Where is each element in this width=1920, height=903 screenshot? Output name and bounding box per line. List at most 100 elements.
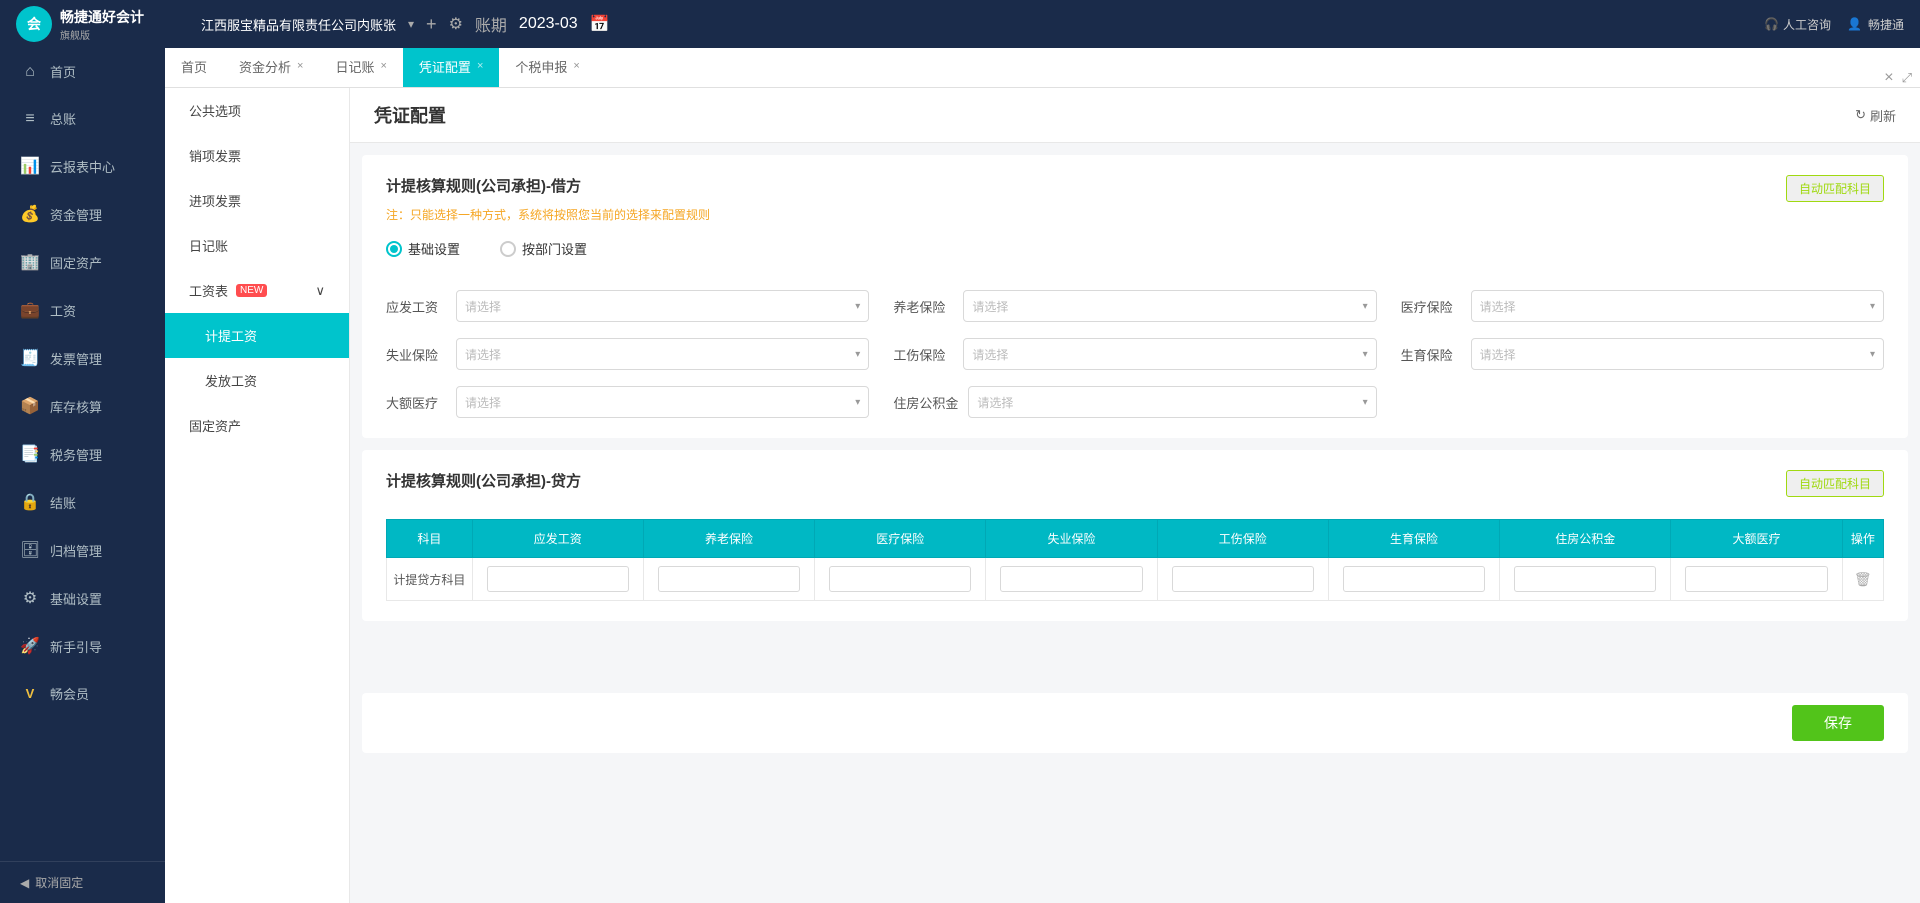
tab-tax[interactable]: 个税申报 × bbox=[499, 48, 595, 87]
tab-voucher[interactable]: 凭证配置 × bbox=[403, 48, 499, 87]
tab-journal[interactable]: 日记账 × bbox=[319, 48, 402, 87]
input-gongshang[interactable] bbox=[1172, 566, 1314, 592]
sidebar-label-settings: 基础设置 bbox=[50, 589, 102, 608]
delete-row-button[interactable]: 🗑 bbox=[1854, 571, 1872, 587]
dropdown-arrow-zhufang: ▾ bbox=[1363, 397, 1368, 408]
dropdown-arrow-yanglao: ▾ bbox=[1363, 301, 1368, 312]
top-bar-middle: 江西服宝精品有限责任公司内账张 ▾ + ⚙ 账期 2023-03 📅 bbox=[181, 12, 1764, 36]
col-zhufang: 住房公积金 bbox=[1500, 520, 1671, 558]
debit-auto-match-button[interactable]: 自动匹配科目 bbox=[1786, 175, 1884, 202]
tab-tax-close[interactable]: × bbox=[573, 60, 579, 72]
left-menu-public[interactable]: 公共选项 bbox=[165, 88, 349, 133]
form-select-zhufang[interactable]: 请选择 ▾ bbox=[968, 386, 1376, 418]
form-select-shiye[interactable]: 请选择 ▾ bbox=[456, 338, 869, 370]
refresh-icon: ↻ bbox=[1855, 107, 1866, 123]
sidebar-item-assets[interactable]: 🏢 固定资产 bbox=[0, 238, 165, 286]
debit-form-grid: 应发工资 请选择 ▾ 养老保险 请选择 ▾ bbox=[386, 290, 1884, 418]
tab-voucher-close[interactable]: × bbox=[477, 60, 483, 72]
tab-expand-icon[interactable]: ⤢ bbox=[1902, 70, 1912, 86]
add-button[interactable]: + bbox=[426, 14, 437, 35]
form-select-zhufang-placeholder: 请选择 bbox=[977, 394, 1013, 411]
settings-icon[interactable]: ⚙ bbox=[449, 14, 463, 34]
form-select-yingfa[interactable]: 请选择 ▾ bbox=[456, 290, 869, 322]
form-select-yanglao-placeholder: 请选择 bbox=[972, 298, 1008, 315]
gear-icon: ⚙ bbox=[20, 588, 40, 608]
input-yanglao[interactable] bbox=[658, 566, 800, 592]
refresh-label: 刷新 bbox=[1870, 106, 1896, 125]
pin-icon: ◀ bbox=[20, 876, 29, 890]
input-yingfa[interactable] bbox=[487, 566, 629, 592]
sidebar-item-archive[interactable]: 🗄 归档管理 bbox=[0, 526, 165, 574]
user-area[interactable]: 👤 畅捷通 bbox=[1847, 16, 1904, 33]
left-menu-purchase[interactable]: 进项发票 bbox=[165, 178, 349, 223]
input-zhufang[interactable] bbox=[1514, 566, 1656, 592]
left-menu-journal[interactable]: 日记账 bbox=[165, 223, 349, 268]
form-select-yiliao[interactable]: 请选择 ▾ bbox=[1471, 290, 1884, 322]
form-select-dale[interactable]: 请选择 ▾ bbox=[456, 386, 869, 418]
tax-icon: 📑 bbox=[20, 444, 40, 464]
form-select-yanglao[interactable]: 请选择 ▾ bbox=[963, 290, 1376, 322]
input-dale[interactable] bbox=[1685, 566, 1827, 592]
form-select-shengyu-placeholder: 请选择 bbox=[1480, 346, 1516, 363]
credit-section-header: 计提核算规则(公司承担)-贷方 自动匹配科目 bbox=[386, 470, 1884, 507]
cell-shiye bbox=[986, 558, 1157, 601]
tab-journal-close[interactable]: × bbox=[380, 60, 386, 72]
tab-home[interactable]: 首页 bbox=[165, 48, 223, 87]
guide-icon: 🚀 bbox=[20, 636, 40, 656]
cell-action: 🗑 bbox=[1842, 558, 1883, 601]
period-label: 账期 bbox=[475, 12, 507, 36]
credit-table: 科目 应发工资 养老保险 医疗保险 失业保险 工伤保险 生育保险 住房公积金 大… bbox=[386, 519, 1884, 601]
left-menu-salary-table[interactable]: 工资表 NEW ∨ bbox=[165, 268, 349, 313]
company-name: 江西服宝精品有限责任公司内账张 bbox=[201, 15, 396, 34]
sidebar-item-settings[interactable]: ⚙ 基础设置 bbox=[0, 574, 165, 622]
sidebar-item-guide[interactable]: 🚀 新手引导 bbox=[0, 622, 165, 670]
left-menu-sales-label: 销项发票 bbox=[189, 146, 241, 165]
sidebar-item-ledger[interactable]: ≡ 总账 bbox=[0, 95, 165, 142]
input-shengyu[interactable] bbox=[1343, 566, 1485, 592]
debit-section-title: 计提核算规则(公司承担)-借方 bbox=[386, 175, 710, 196]
left-menu-jiti-label: 计提工资 bbox=[205, 326, 257, 345]
page-title: 凭证配置 bbox=[374, 102, 446, 128]
sidebar-item-funds[interactable]: 💰 资金管理 bbox=[0, 190, 165, 238]
cell-yingfa bbox=[472, 558, 643, 601]
left-menu-fafang[interactable]: 发放工资 bbox=[165, 358, 349, 403]
tab-funds-close[interactable]: × bbox=[297, 60, 303, 72]
sidebar-item-inventory[interactable]: 📦 库存核算 bbox=[0, 382, 165, 430]
input-shiye[interactable] bbox=[1000, 566, 1142, 592]
save-button[interactable]: 保存 bbox=[1792, 705, 1884, 741]
radio-dept-label: 按部门设置 bbox=[522, 239, 587, 258]
dropdown-arrow-shengyu: ▾ bbox=[1870, 349, 1875, 360]
sidebar-item-home[interactable]: ⌂ 首页 bbox=[0, 48, 165, 95]
dropdown-arrow-gongshang: ▾ bbox=[1363, 349, 1368, 360]
radio-basic-circle bbox=[386, 241, 402, 257]
company-dropdown-icon[interactable]: ▾ bbox=[408, 17, 414, 31]
input-yiliao[interactable] bbox=[829, 566, 971, 592]
tab-funds[interactable]: 资金分析 × bbox=[223, 48, 319, 87]
cancel-pin-button[interactable]: ◀ 取消固定 bbox=[0, 861, 165, 903]
support-button[interactable]: 🎧 人工咨询 bbox=[1764, 16, 1831, 33]
cell-dale bbox=[1671, 558, 1842, 601]
radio-basic[interactable]: 基础设置 bbox=[386, 239, 460, 258]
form-select-shengyu[interactable]: 请选择 ▾ bbox=[1471, 338, 1884, 370]
sidebar-label-vip: 畅会员 bbox=[50, 684, 89, 703]
left-menu-public-label: 公共选项 bbox=[189, 101, 241, 120]
sidebar-item-salary[interactable]: 💼 工资 bbox=[0, 286, 165, 334]
sidebar-item-reports[interactable]: 📊 云报表中心 bbox=[0, 142, 165, 190]
sidebar-item-vip[interactable]: V 畅会员 bbox=[0, 670, 165, 717]
col-dale: 大额医疗 bbox=[1671, 520, 1842, 558]
credit-auto-match-button[interactable]: 自动匹配科目 bbox=[1786, 470, 1884, 497]
sidebar-item-close[interactable]: 🔒 结账 bbox=[0, 478, 165, 526]
radio-dept[interactable]: 按部门设置 bbox=[500, 239, 587, 258]
form-select-gongshang[interactable]: 请选择 ▾ bbox=[963, 338, 1376, 370]
sidebar-item-tax[interactable]: 📑 税务管理 bbox=[0, 430, 165, 478]
left-menu-fixed-assets[interactable]: 固定资产 bbox=[165, 403, 349, 448]
tab-close-all-icon[interactable]: × bbox=[1884, 69, 1893, 87]
calendar-icon[interactable]: 📅 bbox=[590, 14, 610, 34]
table-row: 计提贷方科目 🗑 bbox=[387, 558, 1884, 601]
left-menu-jiti[interactable]: 计提工资 bbox=[165, 313, 349, 358]
sidebar-item-invoice[interactable]: 🧾 发票管理 bbox=[0, 334, 165, 382]
left-menu-sales[interactable]: 销项发票 bbox=[165, 133, 349, 178]
user-icon: 👤 bbox=[1847, 17, 1862, 31]
archive-icon: 🗄 bbox=[20, 540, 40, 560]
refresh-button[interactable]: ↻ 刷新 bbox=[1855, 106, 1896, 125]
